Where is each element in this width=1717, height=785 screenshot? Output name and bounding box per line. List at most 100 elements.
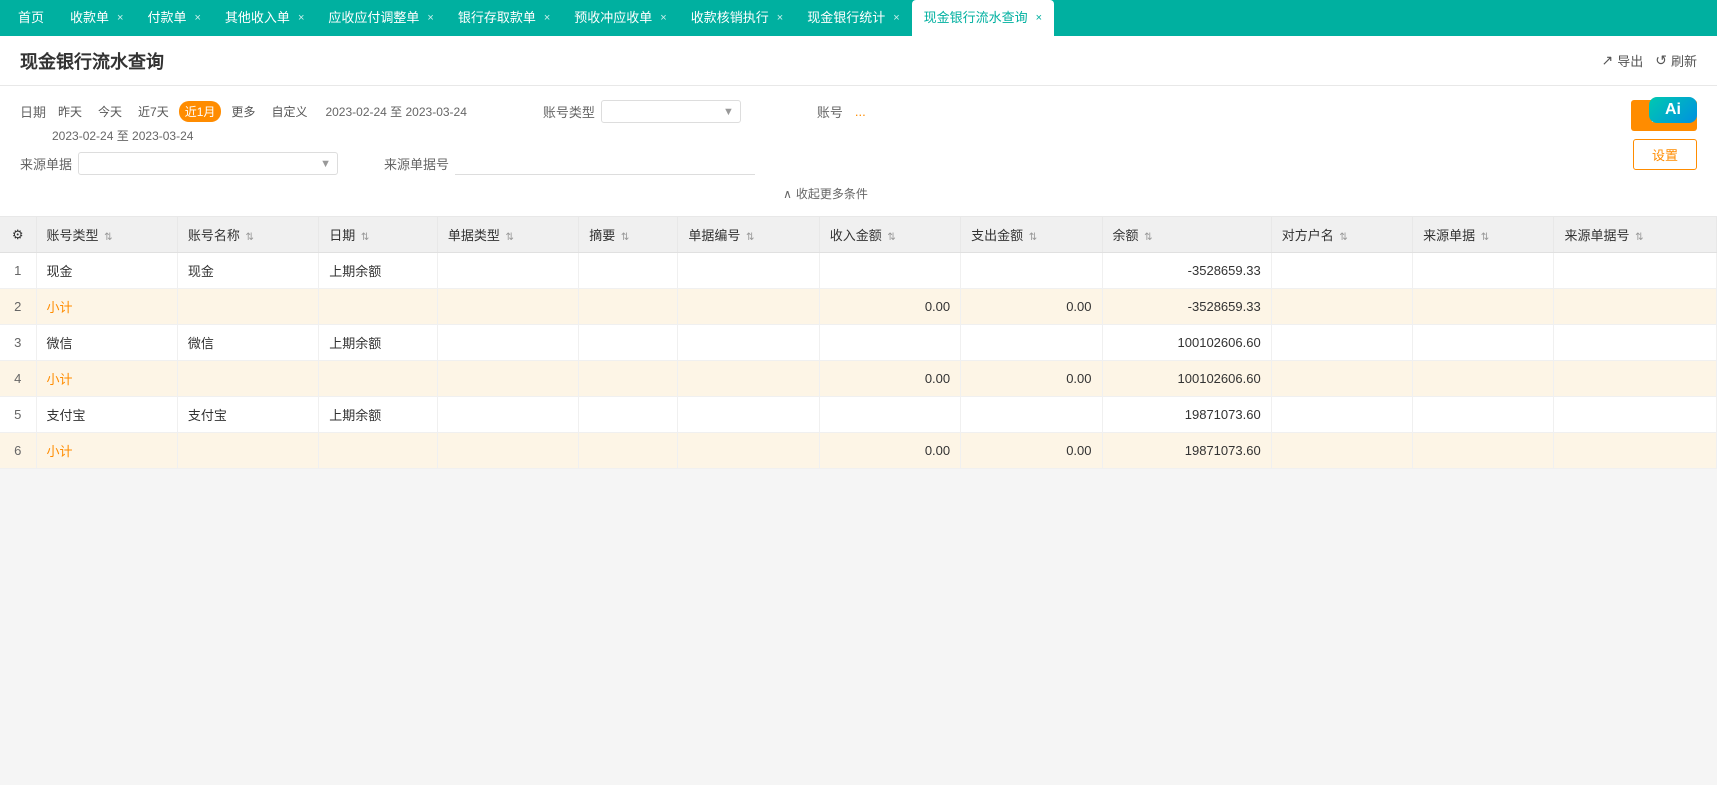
cell-doc-no <box>678 397 819 433</box>
date-opt-today[interactable]: 今天 <box>92 101 128 122</box>
table-header: ⚙ 账号类型 ⇅ 账号名称 ⇅ 日期 ⇅ 单据类型 ⇅ <box>0 217 1717 253</box>
cell-account-type: 支付宝 <box>36 397 177 433</box>
col-account-type[interactable]: 账号类型 ⇅ <box>36 217 177 253</box>
nav-tab-adjust[interactable]: 应收应付调整单 × <box>316 0 445 36</box>
cell-summary <box>579 433 678 469</box>
cell-doc-type <box>437 361 578 397</box>
page-header: 现金银行流水查询 ↗ 导出 ↺ 刷新 <box>0 36 1717 86</box>
cell-summary <box>579 289 678 325</box>
col-doc-type[interactable]: 单据类型 ⇅ <box>437 217 578 253</box>
col-balance[interactable]: 余额 ⇅ <box>1102 217 1271 253</box>
date-opt-more[interactable]: 更多 <box>225 101 261 122</box>
main-table: ⚙ 账号类型 ⇅ 账号名称 ⇅ 日期 ⇅ 单据类型 ⇅ <box>0 217 1717 469</box>
col-account-name[interactable]: 账号名称 ⇅ <box>177 217 318 253</box>
nav-tab-receipts-close[interactable]: × <box>117 0 123 36</box>
nav-tab-bank[interactable]: 银行存取款单 × <box>446 0 562 36</box>
col-source-doc[interactable]: 来源单据 ⇅ <box>1413 217 1554 253</box>
nav-tab-prepay-close[interactable]: × <box>660 0 666 36</box>
col-source-doc-no-label: 来源单据号 <box>1564 228 1629 243</box>
nav-tab-stats[interactable]: 现金银行统计 × <box>795 0 911 36</box>
source-doc-select[interactable] <box>78 152 338 175</box>
date-opt-1month[interactable]: 近1月 <box>179 101 222 122</box>
col-balance-label: 余额 <box>1113 228 1139 243</box>
cell-account-type: 小计 <box>36 361 177 397</box>
settings-button[interactable]: 设置 <box>1633 139 1697 170</box>
cell-account-type: 微信 <box>36 325 177 361</box>
source-doc-select-wrap: ▼ <box>78 152 338 175</box>
col-source-doc-no[interactable]: 来源单据号 ⇅ <box>1554 217 1717 253</box>
sort-icon-balance: ⇅ <box>1144 232 1152 243</box>
cell-doc-type <box>437 397 578 433</box>
cell-expense: 0.00 <box>961 361 1102 397</box>
account-more-btn[interactable]: ... <box>849 102 872 121</box>
account-type-label: 账号类型 <box>543 102 595 121</box>
date-opt-custom[interactable]: 自定义 <box>265 101 313 122</box>
cell-account-name: 支付宝 <box>177 397 318 433</box>
collapse-icon: ∧ <box>783 187 792 201</box>
filter-row-1: 日期 昨天 今天 近7天 近1月 更多 自定义 2023-02-24 至 202… <box>20 100 1631 123</box>
source-doc-no-input[interactable] <box>455 153 755 175</box>
export-button[interactable]: ↗ 导出 <box>1602 51 1644 70</box>
nav-tab-other-income-close[interactable]: × <box>298 0 304 36</box>
collapse-bar[interactable]: ∧ 收起更多条件 <box>20 185 1631 202</box>
table-row: 4 小计 0.00 0.00 100102606.60 <box>0 361 1717 397</box>
cell-balance: -3528659.33 <box>1102 289 1271 325</box>
cell-source-doc <box>1413 325 1554 361</box>
table-row: 1 现金 现金 上期余额 -3528659.33 <box>0 253 1717 289</box>
col-doc-no[interactable]: 单据编号 ⇅ <box>678 217 819 253</box>
account-label: 账号 <box>817 102 843 121</box>
ai-badge[interactable]: Ai <box>1649 97 1697 123</box>
col-summary[interactable]: 摘要 ⇅ <box>579 217 678 253</box>
cell-date: 上期余额 <box>319 325 438 361</box>
date-opt-yesterday[interactable]: 昨天 <box>52 101 88 122</box>
sort-icon-account-type: ⇅ <box>104 232 112 243</box>
sort-icon-counterparty: ⇅ <box>1339 232 1347 243</box>
refresh-label: 刷新 <box>1671 51 1697 70</box>
col-gear[interactable]: ⚙ <box>0 217 36 253</box>
nav-tab-receipts[interactable]: 收款单 × <box>58 0 135 36</box>
nav-tab-other-income[interactable]: 其他收入单 × <box>213 0 316 36</box>
col-account-type-label: 账号类型 <box>47 228 99 243</box>
table-wrap: ⚙ 账号类型 ⇅ 账号名称 ⇅ 日期 ⇅ 单据类型 ⇅ <box>0 217 1717 469</box>
nav-tab-bank-close[interactable]: × <box>544 0 550 36</box>
cell-income: 0.00 <box>819 289 960 325</box>
nav-tab-stats-close[interactable]: × <box>893 0 899 36</box>
sort-icon-expense: ⇅ <box>1029 232 1037 243</box>
nav-tab-flow-close[interactable]: × <box>1036 0 1042 36</box>
nav-tab-payment[interactable]: 付款单 × <box>135 0 212 36</box>
nav-home[interactable]: 首页 <box>4 0 58 36</box>
nav-tab-verify-close[interactable]: × <box>777 0 783 36</box>
nav-tab-prepay[interactable]: 预收冲应收单 × <box>562 0 678 36</box>
cell-counterparty <box>1271 289 1412 325</box>
nav-tab-verify[interactable]: 收款核销执行 × <box>679 0 795 36</box>
refresh-button[interactable]: ↺ 刷新 <box>1655 51 1697 70</box>
cell-date <box>319 361 438 397</box>
cell-account-type: 小计 <box>36 433 177 469</box>
col-income[interactable]: 收入金额 ⇅ <box>819 217 960 253</box>
source-doc-label: 来源单据 <box>20 154 72 173</box>
col-date[interactable]: 日期 ⇅ <box>319 217 438 253</box>
date-range-sub: 2023-02-24 至 2023-03-24 <box>52 129 193 143</box>
date-label: 日期 <box>20 102 46 121</box>
cell-doc-no <box>678 253 819 289</box>
account-type-select[interactable] <box>601 100 741 123</box>
col-expense[interactable]: 支出金额 ⇅ <box>961 217 1102 253</box>
cell-doc-no <box>678 361 819 397</box>
nav-tab-other-income-label: 其他收入单 <box>225 0 290 36</box>
filter-account: 账号 ... <box>817 102 872 121</box>
date-opt-7days[interactable]: 近7天 <box>132 101 175 122</box>
nav-tab-payment-close[interactable]: × <box>194 0 200 36</box>
cell-account-name <box>177 289 318 325</box>
sort-icon-date: ⇅ <box>361 232 369 243</box>
sort-icon-summary: ⇅ <box>621 232 629 243</box>
col-date-label: 日期 <box>329 228 355 243</box>
cell-date: 上期余额 <box>319 253 438 289</box>
cell-doc-no <box>678 289 819 325</box>
col-counterparty[interactable]: 对方户名 ⇅ <box>1271 217 1412 253</box>
nav-tab-flow[interactable]: 现金银行流水查询 × <box>912 0 1054 36</box>
col-account-name-label: 账号名称 <box>188 228 240 243</box>
table-body: 1 现金 现金 上期余额 -3528659.33 2 小计 0.00 0.00 … <box>0 253 1717 469</box>
nav-tab-adjust-close[interactable]: × <box>427 0 433 36</box>
cell-income <box>819 253 960 289</box>
nav-tab-flow-label: 现金银行流水查询 <box>924 0 1028 36</box>
